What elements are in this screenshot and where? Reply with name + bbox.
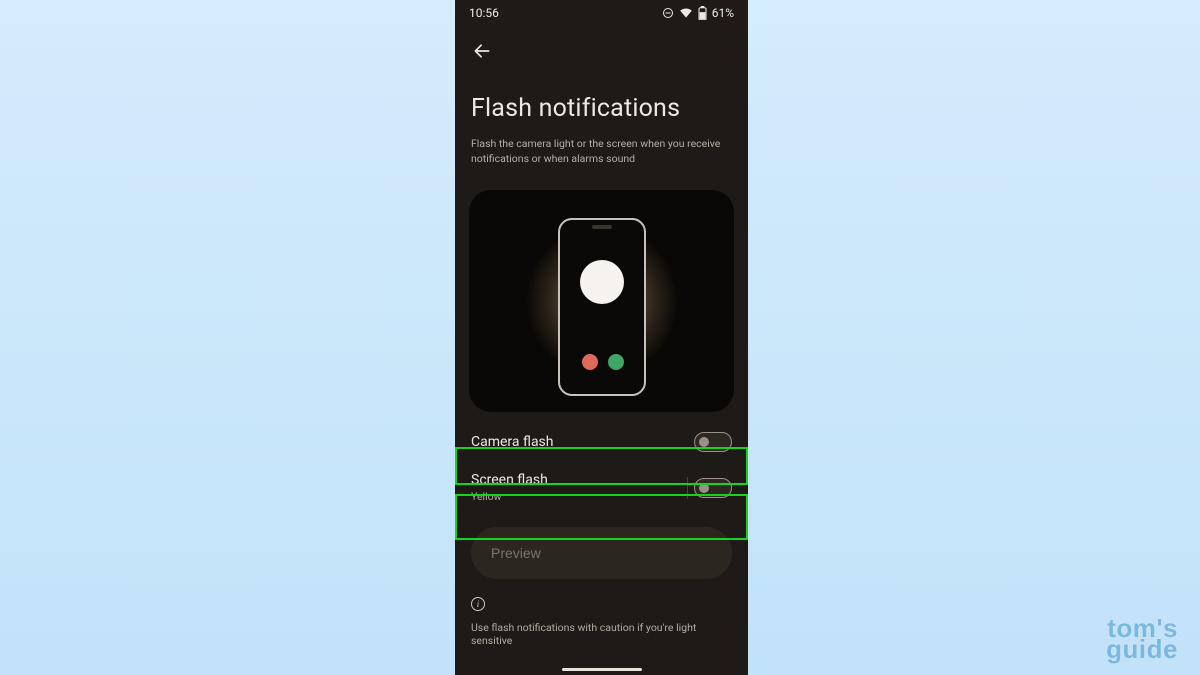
gesture-bar [562,668,642,671]
preview-button[interactable]: Preview [471,527,732,579]
page-title: Flash notifications [471,94,732,123]
settings-list: Camera flash Screen flash Yellow [455,422,748,513]
row-divider [687,477,688,499]
back-button[interactable] [467,36,497,66]
toggle-knob [699,437,709,447]
watermark-logo: tom's guide [1106,618,1178,659]
setting-sublabel: Yellow [471,490,548,503]
footer-caution: Use flash notifications with caution if … [471,621,732,647]
title-block: Flash notifications Flash the camera lig… [455,66,748,176]
status-bar: 10:56 61% [455,0,748,24]
setting-screen-flash[interactable]: Screen flash Yellow [455,462,748,513]
wifi-icon [679,7,693,19]
setting-label: Camera flash [471,434,554,450]
battery-percent: 61% [712,6,734,20]
back-arrow-icon [472,41,492,61]
illustration-flash-dot [580,260,624,304]
camera-flash-toggle[interactable] [694,432,732,452]
footer-section: i Use flash notifications with caution i… [455,579,748,647]
page-subtitle: Flash the camera light or the screen whe… [471,137,732,166]
preview-section: Preview [455,513,748,579]
battery-icon [698,6,707,20]
illustration-red-dot [582,354,598,370]
info-icon: i [471,597,485,611]
dnd-icon [662,7,674,19]
setting-label: Screen flash [471,472,548,488]
screen-flash-toggle[interactable] [694,478,732,498]
illustration-green-dot [608,354,624,370]
illustration-card [469,190,734,412]
toggle-knob [699,483,709,493]
status-time: 10:56 [469,6,499,20]
illustration-phone [558,218,646,396]
setting-camera-flash[interactable]: Camera flash [455,422,748,462]
watermark-line2: guide [1106,639,1178,659]
phone-frame: 10:56 61% Flash notifications Flash the … [455,0,748,675]
app-bar [455,24,748,66]
status-indicators: 61% [662,6,734,20]
